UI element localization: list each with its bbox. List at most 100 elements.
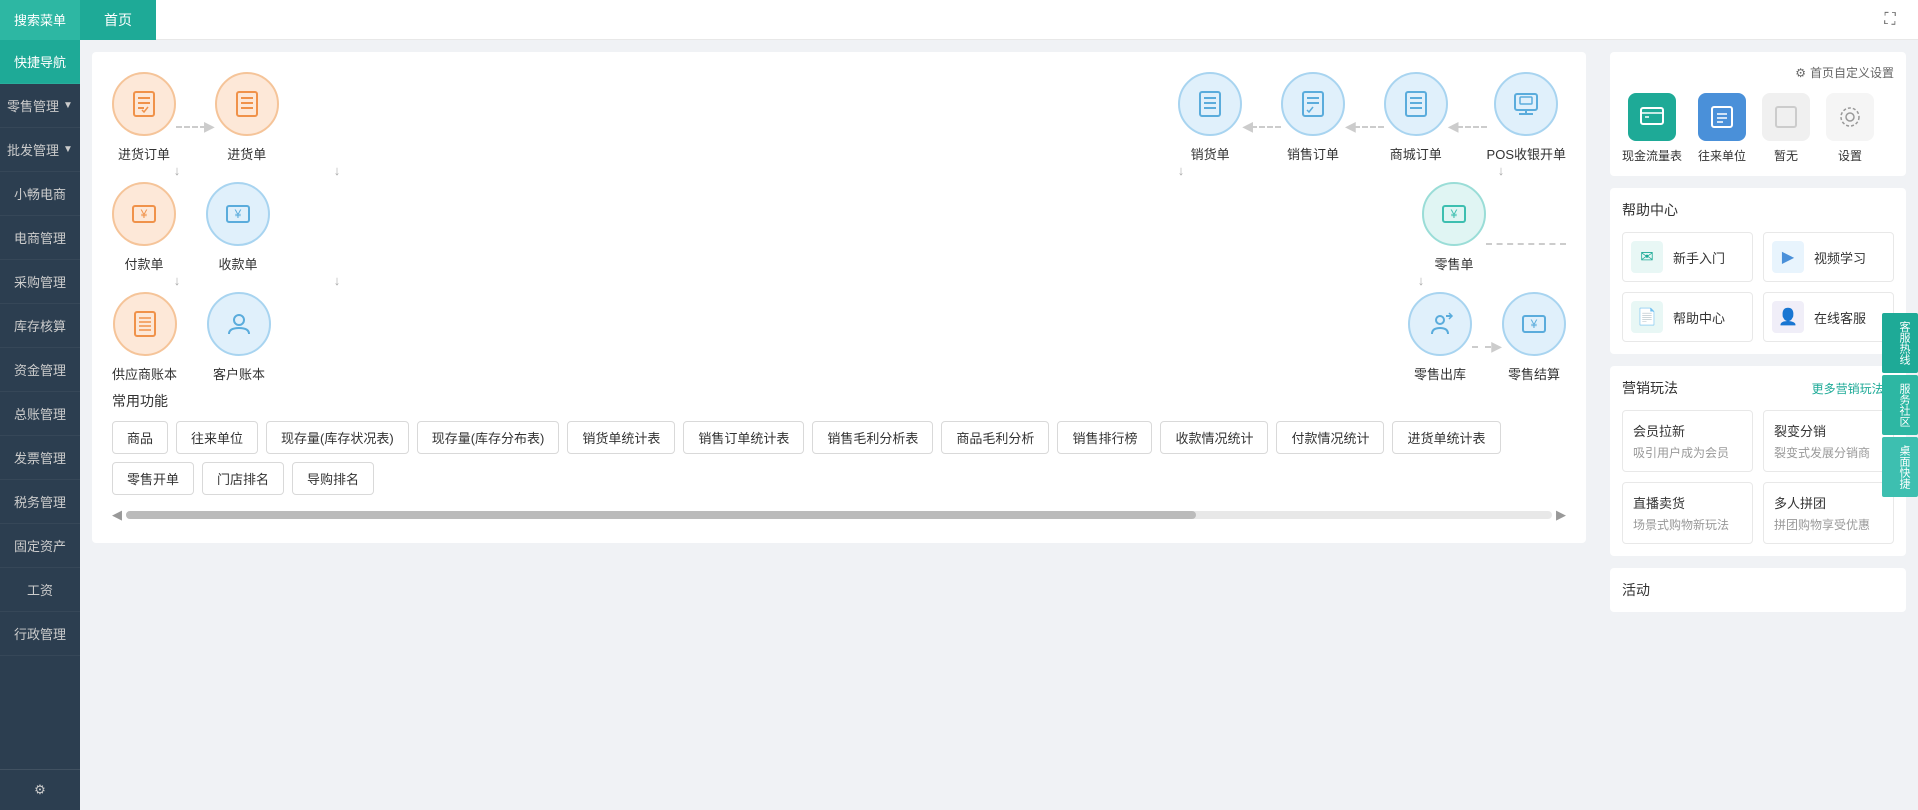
marketing-item-live[interactable]: 直播卖货 场景式购物新玩法	[1622, 482, 1753, 544]
sales-icon	[1178, 72, 1242, 136]
activity-title: 活动	[1622, 580, 1894, 600]
func-btn-sales-rank[interactable]: 销售排行榜	[1057, 421, 1152, 454]
flow-node-payment[interactable]: ¥ 付款单	[112, 182, 176, 273]
func-btn-partner[interactable]: 往来单位	[176, 421, 258, 454]
content-area: 进货订单 ▶ 进货单	[80, 40, 1918, 810]
func-btn-purchase-stat[interactable]: 进货单统计表	[1392, 421, 1500, 454]
common-func-title: 常用功能	[112, 391, 1566, 411]
func-btn-receipt-stat[interactable]: 收款情况统计	[1160, 421, 1268, 454]
sidebar-item-admin[interactable]: 行政管理	[0, 612, 80, 656]
quick-icon-cashflow[interactable]: 现金流量表	[1622, 93, 1682, 164]
home-tab[interactable]: 首页	[80, 0, 156, 40]
func-btn-stock2[interactable]: 现存量(库存分布表)	[417, 421, 560, 454]
mall-order-label: 商城订单	[1390, 144, 1442, 163]
quick-icon-settings[interactable]: 设置	[1826, 93, 1874, 164]
float-btn-service[interactable]: 客服热线	[1882, 313, 1918, 373]
help-card: 帮助中心 ✉ 新手入门 ▶ 视频学习 📄 帮助中心 👤	[1610, 188, 1906, 354]
marketing-title: 营销玩法	[1622, 378, 1678, 398]
scrollbar-area: ◀ ▶	[112, 507, 1566, 523]
search-menu-button[interactable]: 搜索菜单	[0, 0, 80, 40]
none-icon-box	[1762, 93, 1810, 141]
flow-node-retail-out[interactable]: 零售出库	[1408, 292, 1472, 383]
scroll-left-icon[interactable]: ◀	[112, 507, 122, 523]
flow-node-sales-order[interactable]: 销售订单	[1281, 72, 1345, 163]
func-btn-stock1[interactable]: 现存量(库存状况表)	[266, 421, 409, 454]
top-bar-right: ⛶	[1878, 8, 1918, 32]
marketing-item-group[interactable]: 多人拼团 拼团购物享受优惠	[1763, 482, 1894, 544]
func-btn-store-rank[interactable]: 门店排名	[202, 462, 284, 495]
func-btn-retail-order[interactable]: 零售开单	[112, 462, 194, 495]
float-btn-desktop[interactable]: 桌面快捷	[1882, 437, 1918, 497]
flow-node-pos[interactable]: POS收银开单	[1487, 72, 1566, 163]
flow-node-purchase[interactable]: 进货单	[215, 72, 279, 163]
help-item-video[interactable]: ▶ 视频学习	[1763, 232, 1894, 282]
arrow-left-3: ◀	[1448, 118, 1487, 163]
fission-title: 裂变分销	[1774, 421, 1883, 440]
sidebar-item-retail[interactable]: 零售管理 ▼	[0, 84, 80, 128]
fission-desc: 裂变式发展分销商	[1774, 444, 1883, 461]
sidebar-item-tax[interactable]: 税务管理	[0, 480, 80, 524]
help-item-beginner[interactable]: ✉ 新手入门	[1622, 232, 1753, 282]
func-btn-sales-stat[interactable]: 销货单统计表	[567, 421, 675, 454]
func-btn-sales-profit[interactable]: 销售毛利分析表	[812, 421, 933, 454]
video-label: 视频学习	[1814, 248, 1866, 267]
sidebar-item-salary[interactable]: 工资	[0, 568, 80, 612]
chevron-down-icon: ▼	[63, 100, 73, 111]
sidebar-item-wholesale[interactable]: 批发管理 ▼	[0, 128, 80, 172]
sidebar-item-finance[interactable]: 资金管理	[0, 348, 80, 392]
func-btn-guide-rank[interactable]: 导购排名	[292, 462, 374, 495]
sidebar-item-quicknav[interactable]: 快捷导航	[0, 40, 80, 84]
receipt-label: 收款单	[218, 254, 257, 273]
sidebar-label: 发票管理	[14, 448, 66, 467]
partner-label: 往来单位	[1698, 147, 1746, 164]
retail-out-icon	[1408, 292, 1472, 356]
float-btn-community[interactable]: 服务社区	[1882, 375, 1918, 435]
expand-icon[interactable]: ⛶	[1878, 8, 1902, 32]
flow-node-sales[interactable]: 销货单	[1178, 72, 1242, 163]
sidebar-item-ecommerce[interactable]: 电商管理	[0, 216, 80, 260]
sales-label: 销货单	[1191, 144, 1230, 163]
sidebar-label: 税务管理	[14, 492, 66, 511]
cashflow-label: 现金流量表	[1622, 147, 1682, 164]
help-item-support[interactable]: 👤 在线客服	[1763, 292, 1894, 342]
sidebar-item-ledger[interactable]: 总账管理	[0, 392, 80, 436]
member-desc: 吸引用户成为会员	[1633, 444, 1742, 461]
common-func-section: 常用功能 商品 往来单位 现存量(库存状况表) 现存量(库存分布表) 销货单统计…	[112, 391, 1566, 495]
sidebar-label: 库存核算	[14, 316, 66, 335]
marketing-item-fission[interactable]: 裂变分销 裂变式发展分销商	[1763, 410, 1894, 472]
flow-node-retail[interactable]: ¥ 零售单	[1422, 182, 1486, 273]
sidebar-item-inventory[interactable]: 库存核算	[0, 304, 80, 348]
flow-node-retail-settle[interactable]: ¥ 零售结算	[1502, 292, 1566, 383]
marketing-card: 营销玩法 更多营销玩法 > 会员拉新 吸引用户成为会员 裂变分销 裂变式发展分销…	[1610, 366, 1906, 556]
help-item-helpcenter[interactable]: 📄 帮助中心	[1622, 292, 1753, 342]
sales-order-label: 销售订单	[1287, 144, 1339, 163]
purchase-icon	[215, 72, 279, 136]
vertical-arrows-2: ↓ ↓ ↓	[112, 273, 1566, 288]
func-btn-goods-profit[interactable]: 商品毛利分析	[941, 421, 1049, 454]
scrollbar-track[interactable]	[126, 511, 1552, 519]
flow-node-purchase-order[interactable]: 进货订单	[112, 72, 176, 163]
func-btn-goods[interactable]: 商品	[112, 421, 168, 454]
sidebar-item-purchase[interactable]: 采购管理	[0, 260, 80, 304]
top-bar: 搜索菜单 首页 ⛶	[0, 0, 1918, 40]
flow-node-customer-account[interactable]: 客户账本	[207, 292, 271, 383]
scrollbar-thumb[interactable]	[126, 511, 1196, 519]
scroll-right-icon[interactable]: ▶	[1556, 507, 1566, 523]
flow-node-receipt[interactable]: ¥ 收款单	[206, 182, 270, 273]
marketing-item-member[interactable]: 会员拉新 吸引用户成为会员	[1622, 410, 1753, 472]
flow-node-mall-order[interactable]: 商城订单	[1384, 72, 1448, 163]
func-btn-sales-order-stat[interactable]: 销售订单统计表	[683, 421, 804, 454]
quick-icon-none[interactable]: 暂无	[1762, 93, 1810, 164]
flow-node-supplier-account[interactable]: 供应商账本	[112, 292, 177, 383]
quick-icon-partner[interactable]: 往来单位	[1698, 93, 1746, 164]
settings-label: 设置	[1838, 147, 1862, 164]
func-btn-payment-stat[interactable]: 付款情况统计	[1276, 421, 1384, 454]
sidebar-item-invoice[interactable]: 发票管理	[0, 436, 80, 480]
sidebar-settings[interactable]: ⚙	[0, 769, 80, 810]
sidebar-item-ecommerce-small[interactable]: 小畅电商	[0, 172, 80, 216]
support-label: 在线客服	[1814, 308, 1866, 327]
sidebar-item-assets[interactable]: 固定资产	[0, 524, 80, 568]
svg-text:¥: ¥	[1530, 317, 1538, 331]
sidebar-label: 总账管理	[14, 404, 66, 423]
customize-button[interactable]: ⚙ 首页自定义设置	[1795, 64, 1894, 81]
